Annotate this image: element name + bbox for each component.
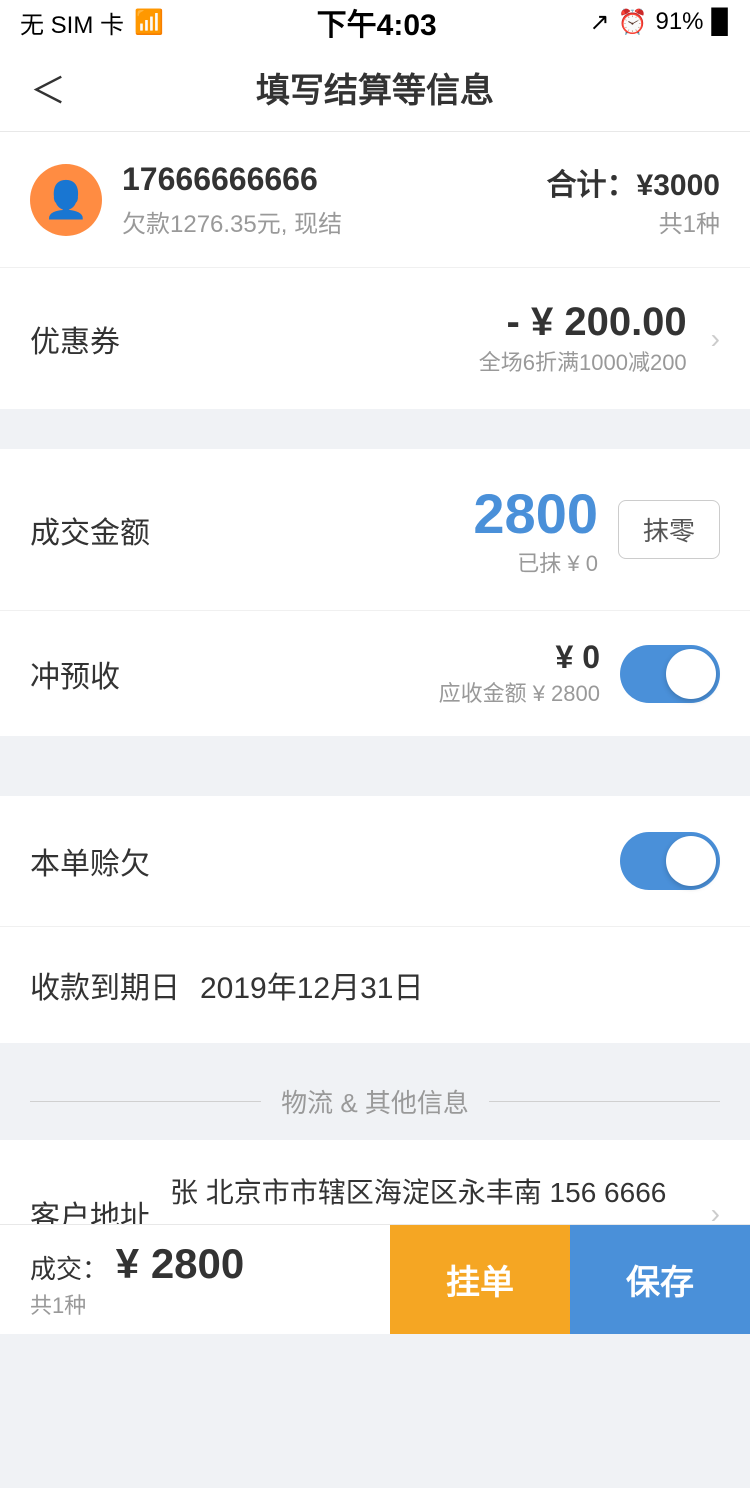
separator-1: [0, 429, 750, 449]
status-right: ↗ ⏰ 91% ▉: [589, 8, 730, 37]
deal-label: 成交金额: [30, 508, 150, 552]
battery-text: 91%: [655, 8, 703, 36]
back-button[interactable]: ＜: [30, 62, 66, 114]
toggle-knob: [666, 649, 716, 699]
bottom-deal-label: 成交：: [30, 1254, 108, 1284]
customer-info: 17666666666 欠款1276.35元, 现结: [122, 161, 342, 239]
bad-debt-toggle-knob: [666, 836, 716, 886]
prepay-amount: ¥ 0: [439, 639, 600, 676]
separator-2: [0, 756, 750, 776]
location-icon: ↗: [589, 8, 609, 37]
prepay-row: 冲预收 ¥ 0 应收金额 ¥ 2800: [0, 610, 750, 736]
pending-button[interactable]: 挂单: [390, 1225, 570, 1334]
alarm-icon: ⏰: [618, 8, 648, 37]
divider-text: 物流 & 其他信息: [281, 1083, 469, 1120]
status-bar: 无 SIM 卡 📶 下午4:03 ↗ ⏰ 91% ▉: [0, 0, 750, 44]
wifi-icon: 📶: [134, 8, 164, 37]
avatar: 👤: [30, 164, 102, 236]
customer-left: 👤 17666666666 欠款1276.35元, 现结: [30, 161, 342, 239]
page-title: 填写结算等信息: [256, 63, 494, 112]
total-amount: 合计：¥3000: [547, 160, 720, 204]
bottom-bar: 成交： ¥ 2800 共1种 挂单 保存: [0, 1224, 750, 1334]
nav-bar: ＜ 填写结算等信息: [0, 44, 750, 132]
deal-section: 成交金额 2800 已抹 ¥ 0 抹零 冲预收 ¥ 0 应收金额 ¥ 2800: [0, 449, 750, 736]
deal-sub: 已抹 ¥ 0: [473, 546, 598, 578]
deal-number: 2800: [473, 481, 598, 546]
avatar-icon: 👤: [44, 179, 89, 221]
customer-row: 👤 17666666666 欠款1276.35元, 现结 合计：¥3000 共1…: [0, 132, 750, 267]
discount-desc: 全场6折满1000减200: [479, 345, 687, 377]
due-date-value: 2019年12月31日: [200, 963, 423, 1007]
round-zero-button[interactable]: 抹零: [618, 500, 720, 559]
prepay-toggle[interactable]: [620, 645, 720, 703]
customer-phone: 17666666666: [122, 161, 342, 198]
bottom-deal-count: 共1种: [30, 1288, 360, 1320]
status-left: 无 SIM 卡 📶: [20, 5, 164, 40]
divider-line-right: [489, 1101, 720, 1102]
deal-amount-row: 成交金额 2800 已抹 ¥ 0 抹零: [0, 449, 750, 610]
deal-right: 2800 已抹 ¥ 0 抹零: [473, 481, 720, 578]
prepay-sub: 应收金额 ¥ 2800: [439, 676, 600, 708]
discount-row[interactable]: 优惠券 - ¥ 200.00 全场6折满1000减200 ›: [0, 267, 750, 409]
customer-right: 合计：¥3000 共1种: [547, 160, 720, 239]
status-time: 下午4:03: [317, 0, 437, 44]
bad-debt-label: 本单赊欠: [30, 839, 150, 883]
due-date-label: 收款到期日: [30, 963, 180, 1007]
customer-debt: 欠款1276.35元, 现结: [122, 204, 342, 239]
save-button[interactable]: 保存: [570, 1225, 750, 1334]
discount-amount: - ¥ 200.00: [479, 300, 687, 345]
due-date-row: 收款到期日 2019年12月31日: [0, 926, 750, 1043]
discount-chevron: ›: [711, 323, 720, 355]
total-count: 共1种: [547, 204, 720, 239]
bad-debt-row: 本单赊欠: [0, 796, 750, 926]
prepay-values: ¥ 0 应收金额 ¥ 2800: [439, 639, 600, 708]
bottom-deal-amount: ¥ 2800: [116, 1240, 244, 1287]
divider-line-left: [30, 1101, 261, 1102]
customer-section: 👤 17666666666 欠款1276.35元, 现结 合计：¥3000 共1…: [0, 132, 750, 409]
battery-icon: ▉: [712, 8, 730, 37]
bottom-deal-line: 成交： ¥ 2800: [30, 1240, 360, 1288]
prepay-right: ¥ 0 应收金额 ¥ 2800: [439, 639, 720, 708]
discount-label: 优惠券: [30, 317, 120, 361]
bad-debt-toggle[interactable]: [620, 832, 720, 890]
divider-section: 物流 & 其他信息: [0, 1063, 750, 1140]
bottom-summary: 成交： ¥ 2800 共1种: [0, 1225, 390, 1334]
discount-right: - ¥ 200.00 全场6折满1000减200 ›: [479, 300, 720, 377]
prepay-label: 冲预收: [30, 652, 120, 696]
no-sim-text: 无 SIM 卡: [20, 5, 124, 40]
